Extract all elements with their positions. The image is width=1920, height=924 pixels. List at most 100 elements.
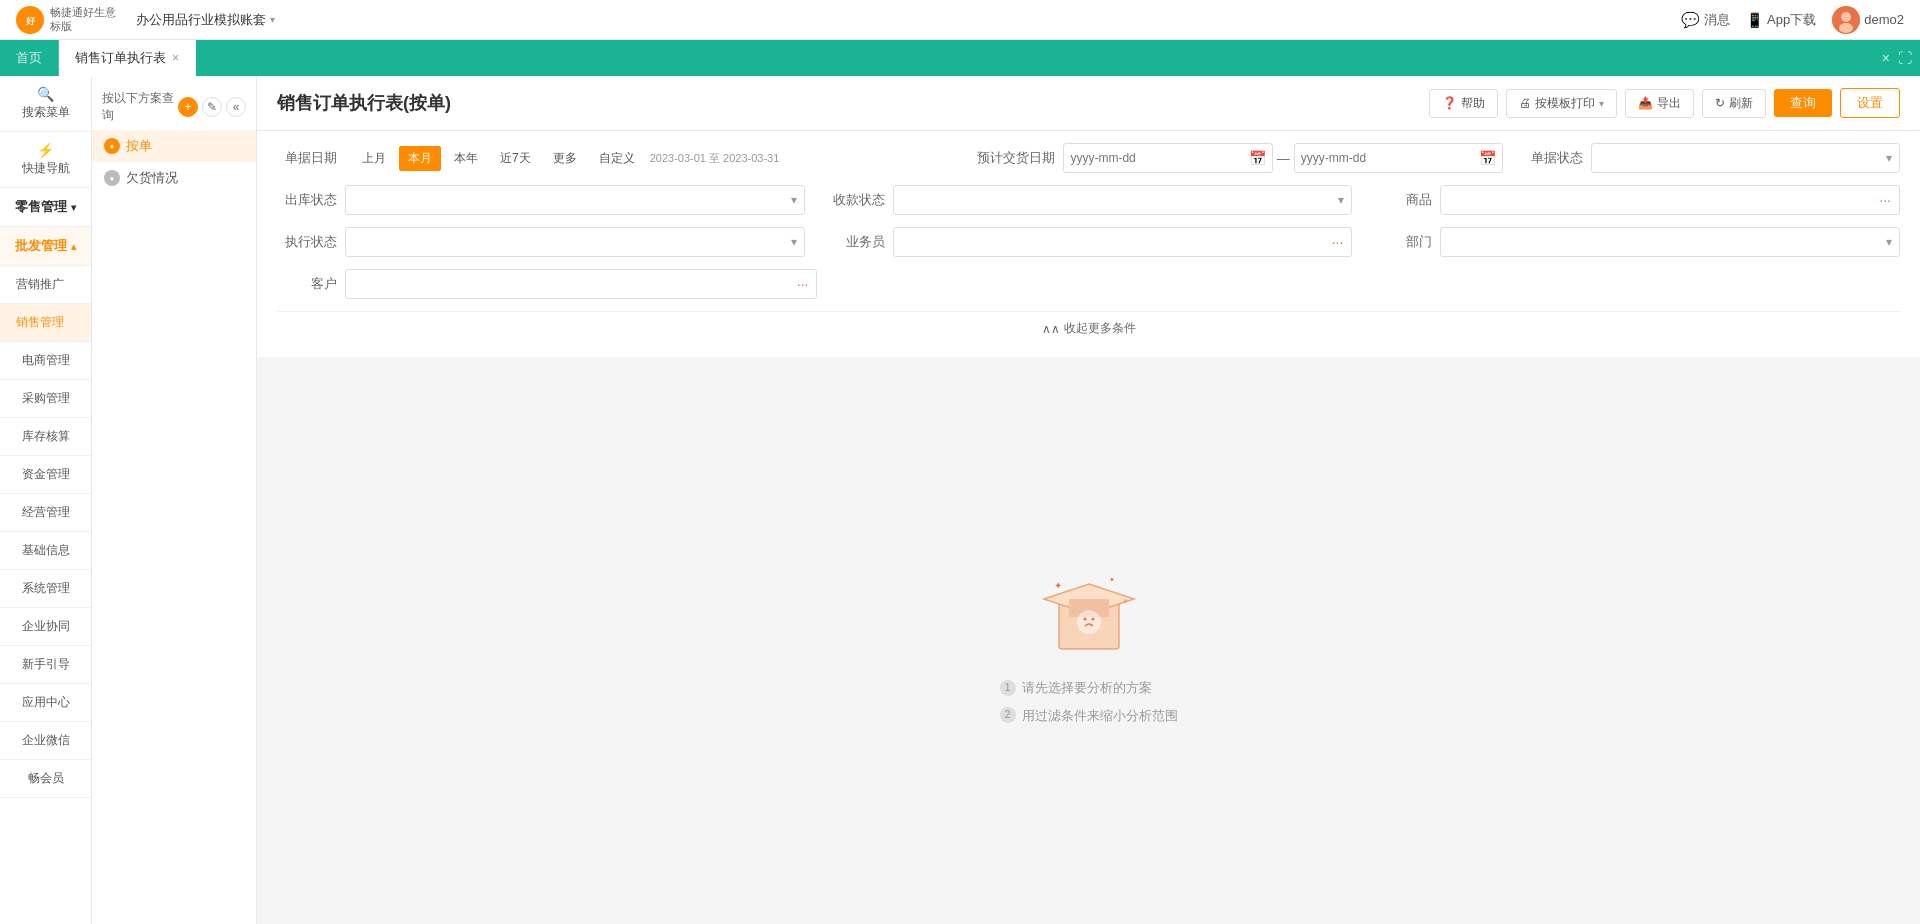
- export-button[interactable]: 📤 导出: [1625, 89, 1694, 118]
- system-label: 系统管理: [22, 581, 70, 595]
- delivery-status-select[interactable]: 全部 未出库 已出库 部分出库: [345, 185, 805, 215]
- print-button[interactable]: 🖨 按模板打印 ▾: [1506, 89, 1617, 118]
- goods-input[interactable]: [1449, 193, 1879, 208]
- svg-text:✦: ✦: [1109, 576, 1115, 583]
- collapse-panel-button[interactable]: «: [226, 97, 246, 117]
- basic-label: 基础信息: [22, 543, 70, 557]
- tab-close-icon[interactable]: ×: [172, 52, 179, 64]
- filter-row-1: 单据日期 上月 本月 本年 近7天 更多 自定义 2023-03-01 至 20…: [277, 143, 1900, 173]
- custom-date-btn[interactable]: 自定义: [590, 146, 644, 171]
- expected-date-start-input[interactable]: [1070, 151, 1248, 165]
- filter-group-salesperson: 业务员 ···: [825, 227, 1353, 257]
- tip-num-1: 1: [1000, 680, 1016, 696]
- svg-point-3: [1841, 12, 1851, 22]
- empty-illustration: ✦ ✦ ✦: [1034, 554, 1144, 664]
- sidebar-item-inventory[interactable]: 库存核算: [0, 418, 91, 456]
- recent7-btn[interactable]: 近7天: [491, 146, 540, 171]
- scheme-shortage-label: 欠货情况: [126, 169, 178, 187]
- sidebar-item-shortcut[interactable]: ⚡ 快捷导航: [0, 132, 91, 188]
- sidebar-item-sales[interactable]: 销售管理: [0, 304, 91, 342]
- expected-date-end-wrap: 📅: [1294, 143, 1503, 173]
- sidebar-item-ecommerce[interactable]: 电商管理: [0, 342, 91, 380]
- sidebar-item-basic[interactable]: 基础信息: [0, 532, 91, 570]
- this-year-btn[interactable]: 本年: [445, 146, 487, 171]
- order-status-select[interactable]: 全部 未审核 已审核 已关闭: [1591, 143, 1900, 173]
- settings-button[interactable]: 设置: [1840, 88, 1900, 118]
- collapse-up-icon: ∧∧: [1042, 322, 1060, 336]
- home-tab[interactable]: 首页: [0, 40, 59, 76]
- exec-status-label: 执行状态: [277, 233, 337, 251]
- user-profile-button[interactable]: demo2: [1832, 6, 1904, 34]
- salesperson-dots-button[interactable]: ···: [1332, 234, 1344, 250]
- add-scheme-button[interactable]: +: [178, 97, 198, 117]
- app-download-button[interactable]: 📱 App下载: [1746, 11, 1816, 29]
- more-date-btn[interactable]: 更多: [544, 146, 586, 171]
- filter-area: 单据日期 上月 本月 本年 近7天 更多 自定义 2023-03-01 至 20…: [257, 131, 1920, 357]
- message-button[interactable]: 💬 消息: [1681, 11, 1730, 29]
- scheme-item-order[interactable]: ● 按单: [92, 130, 256, 162]
- sidebar-item-operation[interactable]: 经营管理: [0, 494, 91, 532]
- last-month-btn[interactable]: 上月: [353, 146, 395, 171]
- refresh-button[interactable]: ↻ 刷新: [1702, 89, 1766, 118]
- message-label: 消息: [1704, 11, 1730, 29]
- svg-text:✦: ✦: [1054, 580, 1062, 591]
- sidebar: 🔍 搜索菜单 ⚡ 快捷导航 零售管理 ▾ 批发管理 ▴ 营销推广 销售管理 电商…: [0, 76, 92, 924]
- sidebar-item-newbie[interactable]: 新手引导: [0, 646, 91, 684]
- sales-order-tab[interactable]: 销售订单执行表 ×: [59, 40, 196, 76]
- filter-group-payment-status: 收款状态 全部 未收款 已收款 部分收款: [825, 185, 1353, 215]
- query-button[interactable]: 查询: [1774, 89, 1832, 117]
- shortcut-label: 快捷导航: [4, 160, 87, 177]
- app-download-icon: 📱: [1746, 12, 1763, 28]
- filter-group-expected-date: 预计交货日期 📅 — 📅: [975, 143, 1503, 173]
- order-status-select-wrap: 全部 未审核 已审核 已关闭: [1591, 143, 1900, 173]
- tab-maximize-icon[interactable]: ⛶: [1898, 51, 1912, 65]
- sidebar-item-wholesale[interactable]: 批发管理 ▴: [0, 227, 91, 266]
- customer-input[interactable]: [354, 277, 797, 292]
- sidebar-item-appstore[interactable]: 应用中心: [0, 684, 91, 722]
- customer-dots-button[interactable]: ···: [797, 276, 809, 292]
- expected-date-end-input[interactable]: [1301, 151, 1479, 165]
- salesperson-label: 业务员: [825, 233, 885, 251]
- goods-label: 商品: [1372, 191, 1432, 209]
- sidebar-item-member[interactable]: 畅会员: [0, 760, 91, 798]
- home-tab-label: 首页: [16, 49, 42, 67]
- goods-dots-button[interactable]: ···: [1879, 192, 1891, 208]
- filter-group-order-status: 单据状态 全部 未审核 已审核 已关闭: [1523, 143, 1900, 173]
- help-label: 帮助: [1461, 95, 1485, 112]
- calendar-end-icon[interactable]: 📅: [1479, 150, 1496, 166]
- breadcrumb-text: 办公用品行业模拟账套: [136, 11, 266, 29]
- member-label: 畅会员: [28, 771, 64, 785]
- sidebar-item-system[interactable]: 系统管理: [0, 570, 91, 608]
- exec-status-select[interactable]: 全部 未执行 已执行 部分执行: [345, 227, 805, 257]
- order-status-label: 单据状态: [1523, 149, 1583, 167]
- edit-scheme-button[interactable]: ✎: [202, 97, 222, 117]
- filter-row-4: 客户 ···: [277, 269, 1900, 299]
- salesperson-input[interactable]: [902, 235, 1332, 250]
- help-button[interactable]: ❓ 帮助: [1429, 89, 1498, 118]
- sidebar-item-purchase[interactable]: 采购管理: [0, 380, 91, 418]
- department-select[interactable]: 全部: [1440, 227, 1900, 257]
- tab-minimize-icon[interactable]: ×: [1882, 51, 1890, 65]
- this-month-btn[interactable]: 本月: [399, 146, 441, 171]
- breadcrumb[interactable]: 办公用品行业模拟账套 ▾: [136, 11, 275, 29]
- collapse-button[interactable]: ∧∧ 收起更多条件: [1042, 320, 1136, 337]
- calendar-start-icon[interactable]: 📅: [1249, 150, 1266, 166]
- payment-status-select[interactable]: 全部 未收款 已收款 部分收款: [893, 185, 1353, 215]
- scheme-item-shortage[interactable]: ● 欠货情况: [92, 162, 256, 194]
- inventory-label: 库存核算: [22, 429, 70, 443]
- date-range-text: 2023-03-01 至 2023-03-31: [650, 151, 780, 166]
- shortcut-icon: ⚡: [4, 142, 87, 158]
- filter-group-goods: 商品 ···: [1372, 185, 1900, 215]
- sidebar-item-retail[interactable]: 零售管理 ▾: [0, 188, 91, 227]
- left-panel-actions: + ✎ «: [178, 97, 246, 117]
- wholesale-arrow-icon: ▴: [71, 241, 76, 252]
- sidebar-item-wechat[interactable]: 企业微信: [0, 722, 91, 760]
- tip-num-2: 2: [1000, 707, 1016, 723]
- sidebar-item-finance[interactable]: 资金管理: [0, 456, 91, 494]
- sidebar-item-search[interactable]: 🔍 搜索菜单: [0, 76, 91, 132]
- svg-point-4: [1839, 23, 1853, 33]
- sidebar-item-enterprise[interactable]: 企业协同: [0, 608, 91, 646]
- sidebar-item-marketing[interactable]: 营销推广: [0, 266, 91, 304]
- tip-text-2: 用过滤条件来缩小分析范围: [1022, 704, 1178, 727]
- empty-tips: 1 请先选择要分析的方案 2 用过滤条件来缩小分析范围: [1000, 676, 1178, 727]
